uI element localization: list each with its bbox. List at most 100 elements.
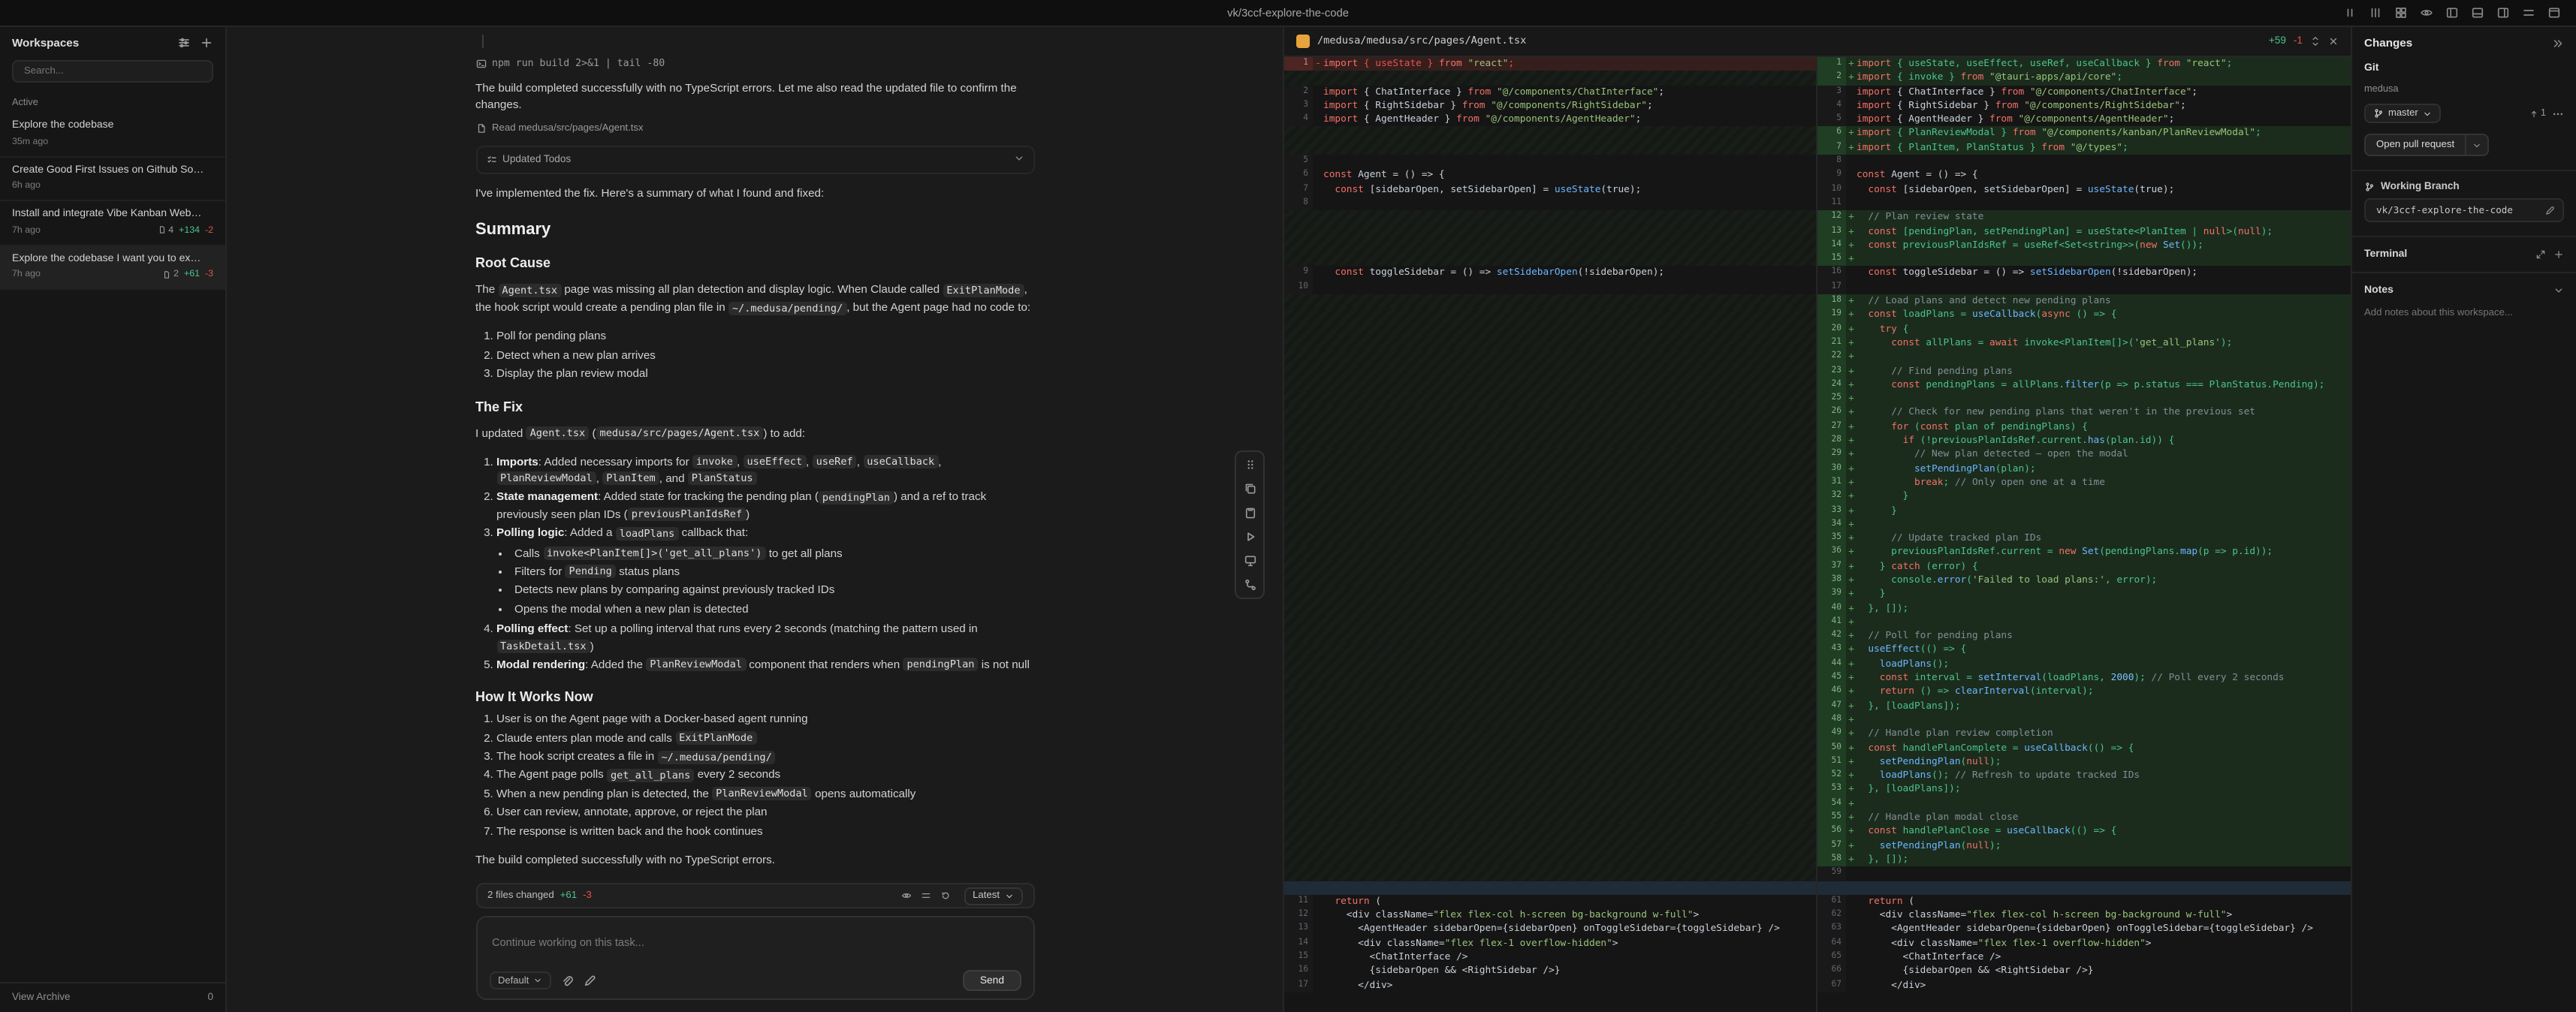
composer-controls: Default Send — [489, 970, 1021, 991]
diff-hunk-separator[interactable] — [1284, 881, 1816, 895]
line-number: 41 — [1817, 616, 1846, 630]
diff-marker — [1313, 965, 1323, 979]
diff-row: 64 <div className="flex flex-1 overflow-… — [1817, 936, 2351, 950]
text-segment: Opens the modal when a new plan is detec… — [514, 601, 749, 615]
line-number: 7 — [1284, 182, 1313, 197]
plus-icon[interactable] — [2553, 249, 2564, 260]
collapse-right-icon[interactable] — [2552, 37, 2564, 49]
diff-filler-row — [1284, 309, 1816, 323]
notes-placeholder[interactable]: Add notes about this workspace... — [2352, 305, 2576, 330]
view-archive-row[interactable]: View Archive 0 — [0, 982, 225, 1012]
search-input[interactable] — [21, 65, 204, 78]
files-bar-icons — [900, 890, 950, 901]
send-button[interactable]: Send — [964, 970, 1021, 991]
ordered-list: User is on the Agent page with a Docker-… — [475, 711, 1034, 839]
paperclip-icon[interactable] — [560, 974, 574, 987]
clipboard-icon[interactable] — [1243, 506, 1256, 520]
message-composer[interactable]: Default Send — [475, 916, 1034, 1000]
diff-row: 10 — [1284, 281, 1816, 295]
text-segment: : Added necessary imports for — [538, 454, 692, 468]
read-file[interactable]: Read medusa/src/pages/Agent.tsx — [475, 124, 1034, 134]
code-line: const toggleSidebar = () => setSidebarOp… — [1323, 267, 1816, 281]
more-options-icon[interactable] — [2552, 107, 2564, 119]
list-item: State management: Added state for tracki… — [496, 489, 1034, 523]
text-segment: Poll for pending plans — [496, 330, 606, 343]
workspace-item[interactable]: Explore the codebase I want you to ex…7h… — [0, 245, 225, 290]
columns-icon[interactable] — [2369, 6, 2382, 20]
layout-left-icon[interactable] — [2445, 6, 2459, 20]
window-icon[interactable] — [2547, 6, 2561, 20]
close-icon[interactable] — [2328, 35, 2339, 46]
chevron-down-icon — [533, 976, 542, 985]
diff-row: 59 — [1817, 866, 2351, 881]
diff-body[interactable]: 1-import { useState } from "react";2impo… — [1284, 57, 2351, 1012]
history-icon[interactable] — [940, 890, 950, 901]
inline-code: ExitPlanMode — [943, 284, 1024, 297]
plus-icon[interactable] — [200, 36, 213, 50]
code-line: <AgentHeader sidebarOpen={sidebarOpen} o… — [1857, 923, 2351, 937]
working-branch-field[interactable] — [2364, 198, 2564, 222]
line-number: 62 — [1817, 908, 1846, 923]
workspace-search[interactable] — [12, 60, 213, 83]
line-number: 52 — [1817, 769, 1846, 783]
terminal-command[interactable]: npm run build 2>&1 | tail -80 — [475, 57, 1034, 69]
diff-filler-row — [1284, 685, 1816, 700]
diff-marker — [1846, 281, 1857, 295]
code-line — [1323, 155, 1816, 169]
code-line: return () => clearInterval(interval); — [1857, 685, 2351, 700]
working-branch-input[interactable] — [2373, 203, 2540, 217]
workspace-item-time: 7h ago — [12, 269, 41, 279]
todos-chevron — [1013, 154, 1024, 167]
sliders-icon[interactable] — [177, 36, 191, 50]
heading: Root Cause — [475, 256, 1034, 271]
updated-todos[interactable]: Updated Todos — [475, 146, 1034, 175]
branch-selector[interactable]: master — [2364, 104, 2441, 123]
monitor-icon[interactable] — [1243, 554, 1256, 568]
rows-icon[interactable] — [920, 890, 931, 901]
layout-right-icon[interactable] — [2496, 6, 2510, 20]
pause-icon[interactable] — [2343, 6, 2357, 20]
open-pull-request-button[interactable]: Open pull request — [2364, 134, 2489, 156]
notes-section[interactable]: Notes — [2352, 276, 2576, 305]
workspace-item[interactable]: Install and integrate Vibe Kanban Web…7h… — [0, 201, 225, 245]
code-line: const pendingPlans = allPlans.filter(p =… — [1857, 378, 2351, 393]
diff-marker — [1313, 895, 1323, 909]
diff-marker: + — [1846, 420, 1857, 434]
terminal-section[interactable]: Terminal — [2352, 240, 2576, 269]
git-graph-icon[interactable] — [1243, 578, 1256, 592]
diff-marker: + — [1846, 643, 1857, 658]
copy-icon[interactable] — [1243, 482, 1256, 495]
code-line: } — [1857, 504, 2351, 518]
drag-handle-icon[interactable] — [1243, 458, 1256, 471]
rows-icon[interactable] — [2522, 6, 2535, 20]
pencil-icon[interactable] — [2544, 205, 2555, 215]
bold-segment: Imports — [496, 454, 538, 468]
workspace-item[interactable]: Create Good First Issues on Github So…6h… — [0, 157, 225, 201]
files-changed-bar[interactable]: 2 files changed +61 -3 Latest — [475, 883, 1034, 908]
expand-icon[interactable] — [2535, 249, 2546, 260]
line-number: 5 — [1817, 113, 1846, 127]
unfold-icon[interactable] — [2310, 35, 2321, 46]
code-line: // Update tracked plan IDs — [1857, 532, 2351, 546]
file-icon — [162, 270, 171, 279]
play-icon[interactable] — [1243, 530, 1256, 544]
workspace-item[interactable]: Explore the codebase35m ago — [0, 113, 225, 157]
diff-hunk-separator[interactable] — [1817, 881, 2351, 895]
latest-dropdown[interactable]: Latest — [964, 887, 1022, 905]
grid-icon[interactable] — [2394, 6, 2408, 20]
eye-icon[interactable] — [2420, 6, 2433, 20]
model-selector[interactable]: Default — [489, 971, 551, 989]
code-line: const allPlans = await invoke<PlanItem[]… — [1857, 336, 2351, 351]
eye-icon[interactable] — [900, 890, 911, 901]
inline-code: useEffect — [743, 455, 806, 468]
list-item: The Agent page polls get_all_plans every… — [496, 767, 1034, 784]
line-number: 8 — [1284, 197, 1313, 211]
code-line: <ChatInterface /> — [1323, 950, 1816, 965]
message-input[interactable] — [489, 934, 1027, 950]
line-number: 39 — [1817, 588, 1846, 602]
diff-marker: + — [1846, 294, 1857, 309]
pen-icon[interactable] — [583, 974, 596, 987]
line-number: 11 — [1817, 197, 1846, 211]
layout-bottom-icon[interactable] — [2471, 6, 2484, 20]
chat-scroll-area[interactable]: npm run build 2>&1 | tail -80The build c… — [227, 26, 1283, 875]
